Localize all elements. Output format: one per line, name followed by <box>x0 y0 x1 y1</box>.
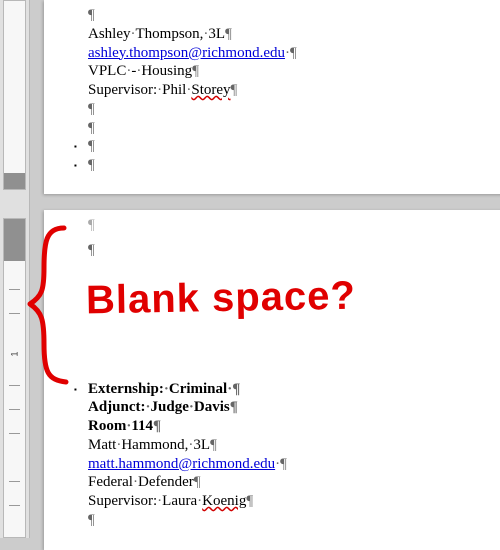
supervisor-last: Storey <box>191 82 230 98</box>
pilcrow-icon: ¶ <box>88 120 95 136</box>
ruler-tick <box>9 385 20 386</box>
pilcrow-icon: ¶ <box>88 157 95 173</box>
email-link[interactable]: matt.hammond@richmond.edu <box>88 456 275 472</box>
pilcrow-icon: ¶ <box>210 437 217 453</box>
org-part-b: Defender <box>138 474 194 490</box>
adjunct-line[interactable]: Adjunct:·Judge·Davis¶ <box>88 398 500 417</box>
supervisor-line[interactable]: Supervisor:·Phil·Storey¶ <box>88 81 500 100</box>
supervisor-label: Supervisor: <box>88 493 157 509</box>
pilcrow-icon: ¶ <box>88 217 95 233</box>
ruler-margin-top <box>4 219 25 261</box>
vertical-ruler[interactable]: 1 <box>0 0 30 538</box>
ruler-tick <box>9 409 20 410</box>
supervisor-label: Supervisor: <box>88 82 157 98</box>
ruler-tick <box>9 481 20 482</box>
adjunct-label: Adjunct: <box>88 399 146 415</box>
externship-label: Externship: <box>88 381 164 397</box>
pilcrow-icon: ¶ <box>280 456 287 472</box>
ruler-page2: 1 <box>3 218 26 538</box>
pilcrow-icon: ¶ <box>153 418 161 434</box>
document-canvas: ¶ Ashley·Thompson,·3L¶ ashley.thompson@r… <box>30 0 500 538</box>
room-line[interactable]: Room·114¶ <box>88 417 500 436</box>
externship-line[interactable]: Externship:·Criminal·¶ <box>88 380 500 399</box>
pilcrow-icon: ¶ <box>231 82 238 98</box>
first-name: Ashley <box>88 26 131 42</box>
empty-paragraph[interactable]: ¶ <box>88 6 500 25</box>
room-label: Room <box>88 418 126 434</box>
class-year: 3L <box>208 26 225 42</box>
email-link[interactable]: ashley.thompson@richmond.edu <box>88 45 285 61</box>
supervisor-first: Phil <box>162 82 186 98</box>
class-year: 3L <box>193 437 210 453</box>
ruler-number-1: 1 <box>10 344 20 365</box>
ruler-margin-bottom <box>4 173 25 189</box>
last-name: Hammond, <box>121 437 188 453</box>
pilcrow-icon: ¶ <box>88 512 95 528</box>
email-line[interactable]: ashley.thompson@richmond.edu·¶ <box>88 44 500 63</box>
page-1[interactable]: ¶ Ashley·Thompson,·3L¶ ashley.thompson@r… <box>44 0 500 194</box>
org-part-a: Federal <box>88 474 133 490</box>
ruler-tick <box>9 289 20 290</box>
org-part-b: Housing <box>141 63 192 79</box>
adjunct-last: Davis <box>194 399 230 415</box>
pilcrow-icon: ¶ <box>225 26 232 42</box>
email-line[interactable]: matt.hammond@richmond.edu·¶ <box>88 455 500 474</box>
pilcrow-icon: ¶ <box>290 45 297 61</box>
last-name: Thompson, <box>136 26 204 42</box>
empty-paragraph[interactable]: ¶ <box>88 511 500 530</box>
org-line[interactable]: VPLC·-·Housing¶ <box>88 62 500 81</box>
ruler-page1 <box>3 0 26 190</box>
externship-value: Criminal <box>169 381 227 397</box>
pilcrow-icon: ¶ <box>88 7 95 23</box>
blank-space-region[interactable] <box>88 260 500 380</box>
name-line[interactable]: Ashley·Thompson,·3L¶ <box>88 25 500 44</box>
room-value: 114 <box>131 418 153 434</box>
pilcrow-icon: ¶ <box>246 493 253 509</box>
word-editor-viewport: 1 ¶ Ashley·Thompson,·3L¶ ashley.thompson… <box>0 0 500 538</box>
header-paragraph[interactable]: ¶ <box>88 216 500 235</box>
name-line[interactable]: Matt·Hammond,·3L¶ <box>88 436 500 455</box>
empty-paragraph[interactable]: ¶ <box>88 119 500 138</box>
first-name: Matt <box>88 437 116 453</box>
supervisor-first: Laura <box>162 493 197 509</box>
supervisor-last: Koenig <box>202 493 246 509</box>
bullet-empty[interactable]: ¶ <box>88 137 500 156</box>
pilcrow-icon: ¶ <box>88 101 95 117</box>
empty-paragraph[interactable]: ¶ <box>88 100 500 119</box>
page-2[interactable]: ¶ ¶ Externship:·Criminal·¶ Adjunct:·Judg… <box>44 210 500 550</box>
supervisor-line[interactable]: Supervisor:·Laura·Koenig¶ <box>88 492 500 511</box>
ruler-tick <box>9 433 20 434</box>
pilcrow-icon: ¶ <box>88 242 95 258</box>
adjunct-first: Judge <box>151 399 189 415</box>
pilcrow-icon: ¶ <box>194 474 201 490</box>
pilcrow-icon: ¶ <box>232 381 240 397</box>
org-part-a: VPLC <box>88 63 126 79</box>
pilcrow-icon: ¶ <box>230 399 238 415</box>
pilcrow-icon: ¶ <box>192 63 199 79</box>
ruler-tick <box>9 505 20 506</box>
pilcrow-icon: ¶ <box>88 138 95 154</box>
ruler-tick <box>9 313 20 314</box>
bullet-empty[interactable]: ¶ <box>88 156 500 175</box>
org-line[interactable]: Federal·Defender¶ <box>88 473 500 492</box>
empty-paragraph[interactable]: ¶ <box>88 241 500 260</box>
